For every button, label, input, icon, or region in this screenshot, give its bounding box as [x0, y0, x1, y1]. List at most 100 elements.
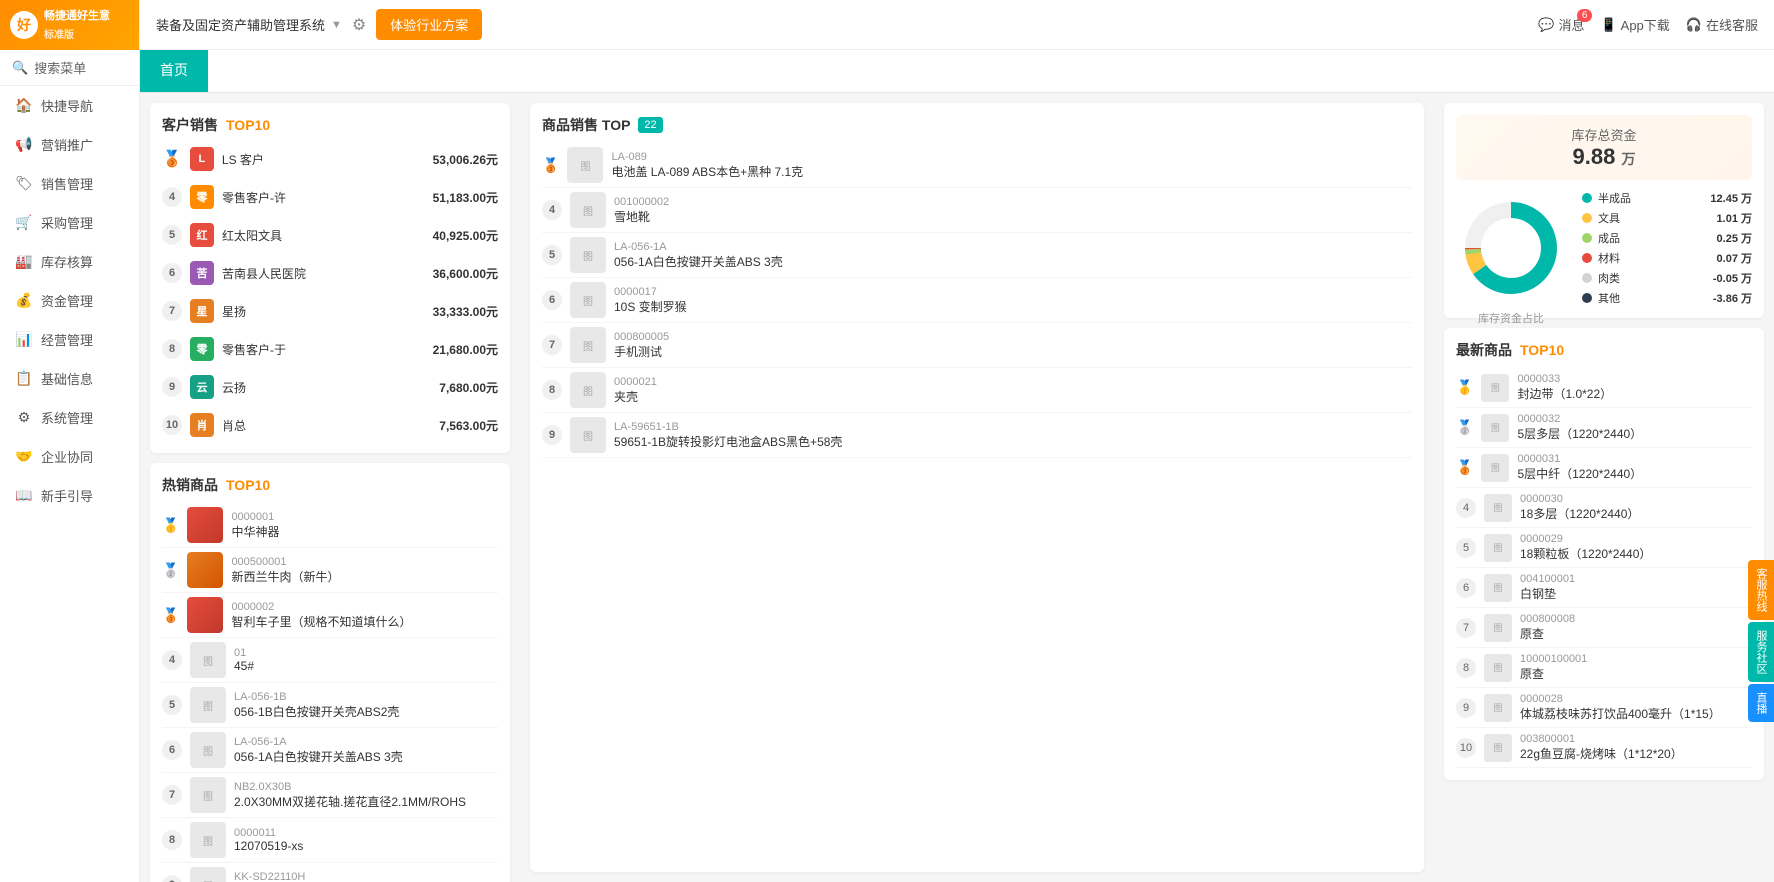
nav-item-guide[interactable]: 📖 新手引导: [0, 476, 139, 515]
nav-icon-operations: 📊: [15, 331, 33, 349]
new-product-info: 0000028 体城荔枝味苏打饮品400毫升（1*15）: [1520, 693, 1752, 722]
product-code: LA-056-1A: [234, 736, 498, 748]
new-product-code: 004100001: [1520, 573, 1752, 585]
nav-item-marketing[interactable]: 📢 营销推广: [0, 125, 139, 164]
product-name: 夹壳: [614, 388, 1412, 405]
legend-item-product: 成品 0.25 万: [1582, 230, 1752, 246]
customer-rank-item: 4 零 零售客户-许 51,183.00元: [162, 181, 498, 213]
nav-icon-finance: 💰: [15, 292, 33, 310]
product-info: LA-056-1A 056-1A白色按键开关盖ABS 3壳: [614, 241, 1412, 270]
new-product-thumb: 图: [1484, 654, 1512, 682]
sidebar: 好 畅捷通好生意 标准版 🔍 搜索菜单 🏠 快捷导航 📢 营销推广 🏷 销售管理…: [0, 0, 140, 882]
new-product-name: 体城荔枝味苏打饮品400毫升（1*15）: [1520, 705, 1752, 722]
nav-item-finance[interactable]: 💰 资金管理: [0, 281, 139, 320]
rank-num: 4: [1456, 498, 1476, 518]
customer-avatar: L: [190, 147, 214, 171]
main-area: 装备及固定资产辅助管理系统 ▼ ⚙ 体验行业方案 💬 消息 6 📱 App下载 …: [140, 0, 1774, 882]
nav-item-quicknav[interactable]: 🏠 快捷导航: [0, 86, 139, 125]
topbar-right: 💬 消息 6 📱 App下载 🎧 在线客服: [1538, 15, 1758, 34]
chart-label: 库存资金占比: [1456, 310, 1566, 326]
legend-item-other: 其他 -3.86 万: [1582, 290, 1752, 306]
rank-num: 5: [542, 245, 562, 265]
nav-item-basic[interactable]: 📋 基础信息: [0, 359, 139, 398]
new-product-info: 000800008 原查: [1520, 613, 1752, 642]
phone-icon: 📱: [1600, 17, 1616, 33]
search-icon: 🔍: [12, 60, 28, 76]
nav-label-system: 系统管理: [41, 408, 93, 427]
app-download-button[interactable]: 📱 App下载: [1600, 15, 1669, 34]
nav-label-purchase: 采购管理: [41, 213, 93, 232]
product-thumb: 图: [570, 192, 606, 228]
new-product-item: 5 图 0000029 18颗粒板（1220*2440）: [1456, 528, 1752, 568]
rank-num-4: 4: [162, 187, 182, 207]
rank-num: 7: [542, 335, 562, 355]
sales-rank-item: 8 图 0000021 夹壳: [542, 368, 1412, 413]
hot-products-list: 🥇 0000001 中华神器 🥈: [162, 503, 498, 882]
product-thumb: 图: [570, 237, 606, 273]
customer-rank-item: 9 云 云扬 7,680.00元: [162, 371, 498, 403]
product-code: 01: [234, 647, 498, 659]
product-code: 0000021: [614, 376, 1412, 388]
new-product-name: 5层中纤（1220*2440）: [1517, 465, 1752, 482]
product-name: 新西兰牛肉（新牛）: [231, 568, 498, 585]
rank-num: 6: [1456, 578, 1476, 598]
rank-num-6: 6: [162, 263, 182, 283]
nav-item-operations[interactable]: 📊 经营管理: [0, 320, 139, 359]
sales-rank-item: 4 图 001000002 雪地靴: [542, 188, 1412, 233]
product-name: 2.0X30MM双搓花轴.搓花直径2.1MM/ROHS: [234, 793, 498, 810]
cs-community-button[interactable]: 服务社区: [1748, 622, 1774, 682]
product-thumb: 图: [190, 732, 226, 768]
product-rank-item: 8 图 0000011 12070519-xs: [162, 818, 498, 863]
product-thumb: 图: [190, 642, 226, 678]
medal-gold-icon: 🥇: [162, 517, 179, 534]
legend-label-other: 其他: [1598, 290, 1707, 306]
cs-live-button[interactable]: 直播: [1748, 684, 1774, 722]
new-product-item: 🥉 图 0000031 5层中纤（1220*2440）: [1456, 448, 1752, 488]
product-name: 手机测试: [614, 343, 1412, 360]
customer-name: 零售客户-于: [222, 341, 425, 358]
online-service-button[interactable]: 🎧 在线客服: [1686, 15, 1758, 34]
rank-num: 9: [162, 875, 182, 882]
hot-products-header: 热销商品 TOP10: [162, 475, 498, 495]
medal-bronze-icon: 🥉: [542, 157, 559, 174]
medal-silver-icon: 🥈: [1456, 419, 1473, 436]
product-code: LA-056-1A: [614, 241, 1412, 253]
nav-item-purchase[interactable]: 🛒 采购管理: [0, 203, 139, 242]
product-code: KK-SD22110H: [234, 871, 498, 882]
search-menu[interactable]: 🔍 搜索菜单: [0, 50, 139, 86]
new-product-code: 0000030: [1520, 493, 1752, 505]
nav-item-inventory[interactable]: 🏭 库存核算: [0, 242, 139, 281]
settings-gear-icon[interactable]: ⚙: [352, 15, 366, 35]
rank-num: 9: [542, 425, 562, 445]
cs-hotline-button[interactable]: 客服热线: [1748, 560, 1774, 620]
new-product-name: 22g鱼豆腐-烧烤味（1*12*20）: [1520, 745, 1752, 762]
product-code: 0000001: [231, 511, 498, 523]
customer-name: LS 客户: [222, 151, 425, 168]
tab-home[interactable]: 首页: [140, 50, 208, 92]
customer-value: 7,680.00元: [439, 379, 498, 396]
customer-avatar: 红: [190, 223, 214, 247]
try-plan-button[interactable]: 体验行业方案: [376, 9, 482, 40]
sales-rank-card: 商品销售 TOP 22 🥉 图 LA-089 电池盖 LA-089 ABS本色+…: [530, 103, 1424, 872]
nav-item-system[interactable]: ⚙ 系统管理: [0, 398, 139, 437]
customer-value: 36,600.00元: [433, 265, 498, 282]
customer-avatar: 零: [190, 185, 214, 209]
new-product-code: 000800008: [1520, 613, 1752, 625]
new-product-name: 白钢垫: [1520, 585, 1752, 602]
tab-bar: 首页: [140, 50, 1774, 93]
product-name: 056-1B白色按键开关壳ABS2壳: [234, 703, 498, 720]
customer-rank-item: 6 苦 苦南县人民医院 36,600.00元: [162, 257, 498, 289]
chart-area: 库存资金占比 半成品 12.45 万 文具 1.01 万: [1456, 190, 1752, 306]
nav-label-collab: 企业协同: [41, 447, 93, 466]
nav-item-collab[interactable]: 🤝 企业协同: [0, 437, 139, 476]
new-product-item: 10 图 003800001 22g鱼豆腐-烧烤味（1*12*20）: [1456, 728, 1752, 768]
product-code: 000500001: [231, 556, 498, 568]
messages-button[interactable]: 💬 消息 6: [1538, 15, 1584, 34]
nav-icon-guide: 📖: [15, 487, 33, 505]
nav-item-sales[interactable]: 🏷 销售管理: [0, 164, 139, 203]
customer-avatar: 云: [190, 375, 214, 399]
product-name: 59651-1B旋转投影灯电池盒ABS黑色+58壳: [614, 433, 1412, 450]
product-thumb: 图: [190, 777, 226, 813]
customer-rank-title: 客户销售: [162, 115, 218, 135]
dash-center: 商品销售 TOP 22 🥉 图 LA-089 电池盖 LA-089 ABS本色+…: [520, 93, 1434, 882]
